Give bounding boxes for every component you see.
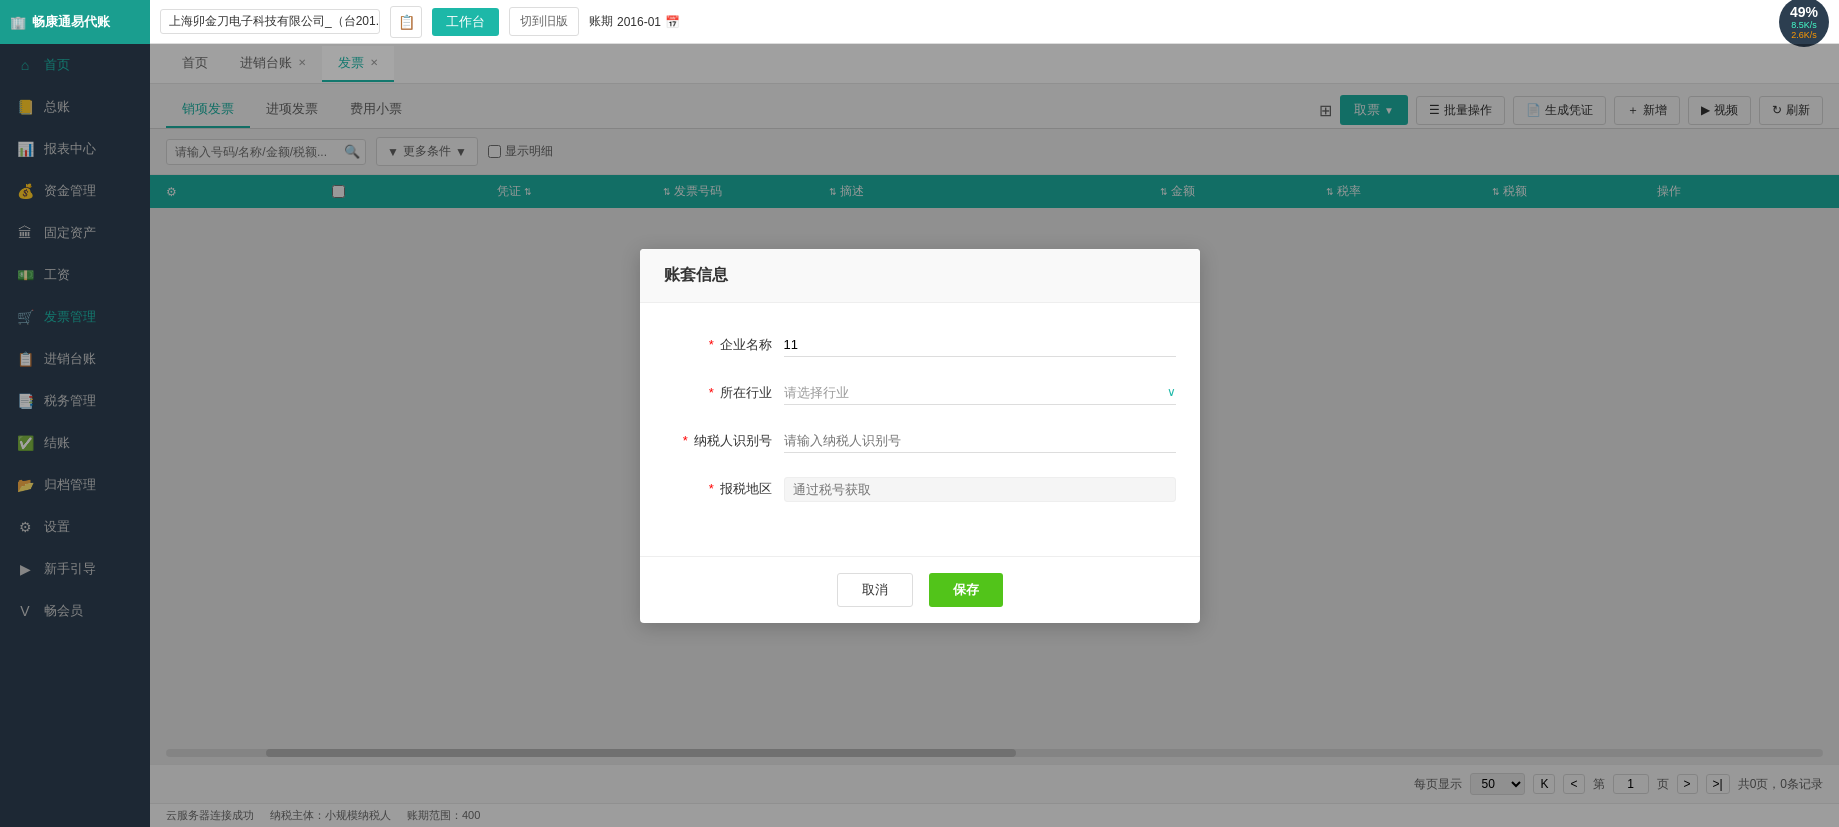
company-name-label: * 企业名称 xyxy=(664,336,784,354)
form-row-tax-id: * 纳税人识别号 xyxy=(664,429,1176,453)
company-name: 上海卯金刀电子科技有限公司_（台201... xyxy=(169,13,380,30)
logo-icon: 🏢 xyxy=(10,15,26,30)
speed-indicator: 49% 8.5K/s 2.6K/s xyxy=(1779,0,1829,47)
speed-percent: 49% xyxy=(1790,4,1818,20)
required-star: * xyxy=(709,337,714,352)
tax-id-input[interactable] xyxy=(784,429,1176,453)
required-star-3: * xyxy=(683,433,688,448)
save-button[interactable]: 保存 xyxy=(929,573,1003,607)
required-star-2: * xyxy=(709,385,714,400)
required-star-4: * xyxy=(709,481,714,496)
tax-id-label-text: 纳税人识别号 xyxy=(694,433,772,448)
modal-header: 账套信息 xyxy=(640,249,1200,303)
period-info: 账期 2016-01 📅 xyxy=(589,13,680,30)
speed-down: 2.6K/s xyxy=(1791,30,1817,40)
calendar-icon[interactable]: 📅 xyxy=(665,15,680,29)
modal-footer: 取消 保存 xyxy=(640,556,1200,623)
modal-overlay[interactable]: 账套信息 * 企业名称 * 所在行 xyxy=(150,44,1839,827)
switch-old-button[interactable]: 切到旧版 xyxy=(509,7,579,36)
company-selector[interactable]: 上海卯金刀电子科技有限公司_（台201... ▼ xyxy=(160,9,380,34)
modal-title: 账套信息 xyxy=(664,266,728,283)
tax-id-label: * 纳税人识别号 xyxy=(664,432,784,450)
form-row-company-name: * 企业名称 xyxy=(664,333,1176,357)
workbench-button[interactable]: 工作台 xyxy=(432,8,499,36)
form-row-industry: * 所在行业 请选择行业 ∨ xyxy=(664,381,1176,405)
company-name-label-text: 企业名称 xyxy=(720,337,772,352)
industry-select-wrap: 请选择行业 ∨ xyxy=(784,381,1176,405)
industry-label-text: 所在行业 xyxy=(720,385,772,400)
top-right-area: 49% 8.5K/s 2.6K/s xyxy=(1779,0,1829,47)
form-row-tax-region: * 报税地区 xyxy=(664,477,1176,502)
copy-icon-btn[interactable]: 📋 xyxy=(390,6,422,38)
main-area: 上海卯金刀电子科技有限公司_（台201... ▼ 📋 工作台 切到旧版 账期 2… xyxy=(150,0,1839,827)
tax-region-input xyxy=(784,477,1176,502)
tax-region-label-text: 报税地区 xyxy=(720,481,772,496)
period-label: 账期 xyxy=(589,13,613,30)
cancel-button[interactable]: 取消 xyxy=(837,573,913,607)
account-info-modal: 账套信息 * 企业名称 * 所在行 xyxy=(640,249,1200,623)
industry-dropdown-arrow: ∨ xyxy=(1167,385,1176,399)
industry-select[interactable]: 请选择行业 xyxy=(784,381,1167,404)
speed-up: 8.5K/s xyxy=(1791,20,1817,30)
company-name-input[interactable] xyxy=(784,333,1176,357)
tax-region-label: * 报税地区 xyxy=(664,480,784,498)
modal-body: * 企业名称 * 所在行业 请选择行业 xyxy=(640,303,1200,556)
period-value: 2016-01 xyxy=(617,15,661,29)
top-bar: 上海卯金刀电子科技有限公司_（台201... ▼ 📋 工作台 切到旧版 账期 2… xyxy=(150,0,1839,44)
logo-text: 畅康通易代账 xyxy=(32,13,110,31)
industry-label: * 所在行业 xyxy=(664,384,784,402)
copy-icon: 📋 xyxy=(398,14,415,30)
sidebar-logo: 🏢 畅康通易代账 xyxy=(0,0,150,44)
